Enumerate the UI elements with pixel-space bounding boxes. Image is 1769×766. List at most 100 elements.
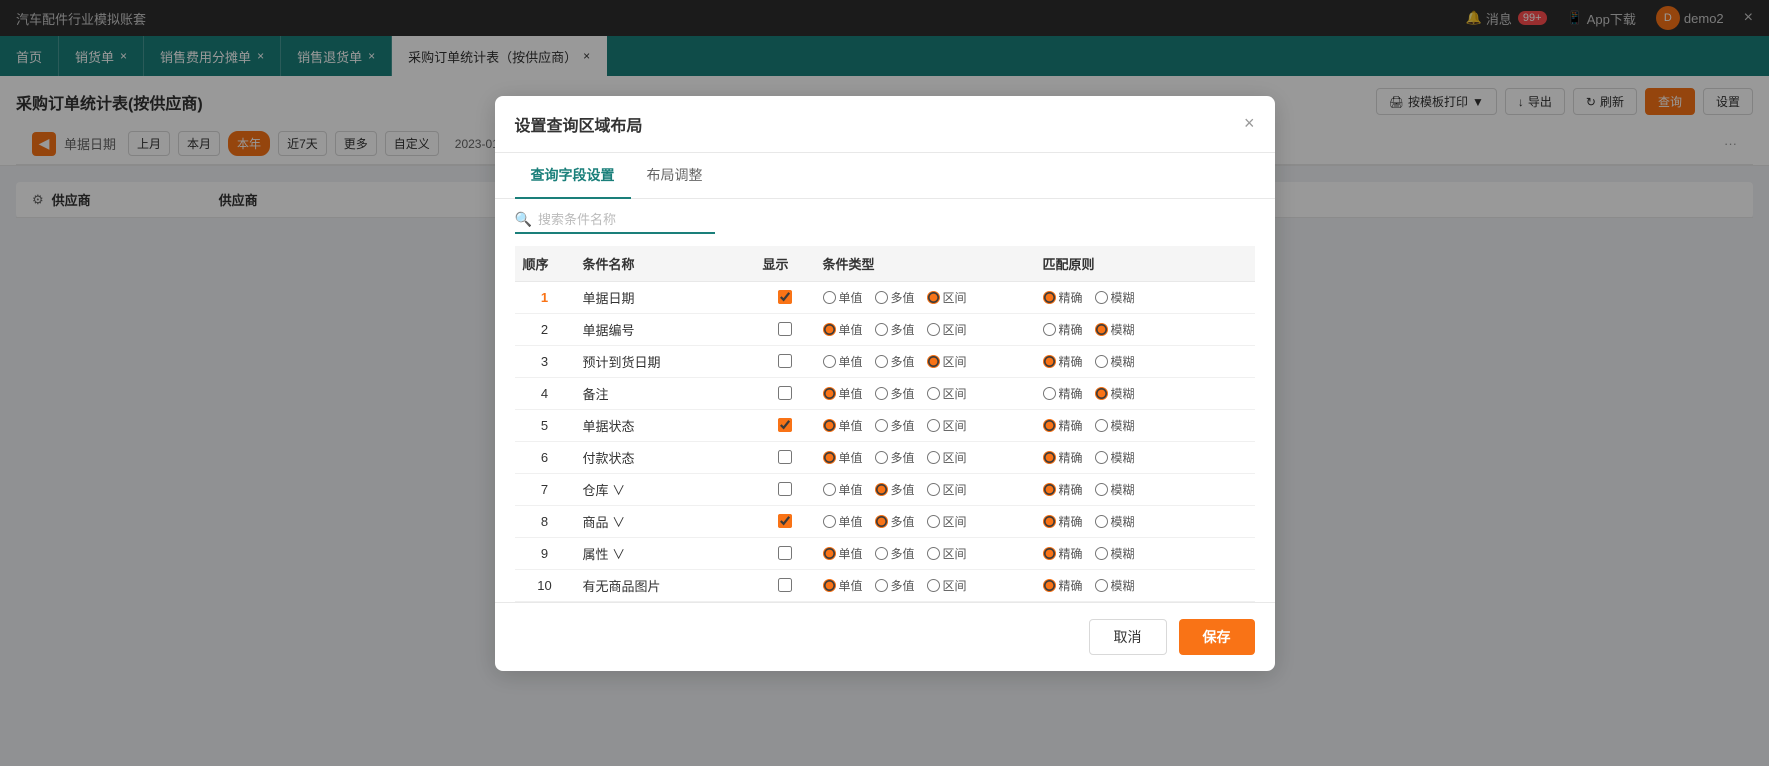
type-range-label[interactable]: 区间 bbox=[927, 577, 967, 594]
match-exact-radio[interactable] bbox=[1043, 291, 1056, 304]
type-single-radio[interactable] bbox=[823, 483, 836, 496]
row-display-checkbox[interactable] bbox=[755, 482, 815, 496]
match-exact-radio[interactable] bbox=[1043, 547, 1056, 560]
match-exact-label[interactable]: 精确 bbox=[1043, 481, 1083, 498]
match-exact-radio[interactable] bbox=[1043, 579, 1056, 592]
match-exact-label[interactable]: 精确 bbox=[1043, 577, 1083, 594]
type-multi-radio[interactable] bbox=[875, 387, 888, 400]
type-single-radio[interactable] bbox=[823, 451, 836, 464]
match-fuzzy-label[interactable]: 模糊 bbox=[1095, 321, 1135, 338]
type-range-label[interactable]: 区间 bbox=[927, 513, 967, 530]
row-display-checkbox[interactable] bbox=[755, 578, 815, 592]
modal-close-button[interactable]: × bbox=[1244, 113, 1255, 134]
match-fuzzy-radio[interactable] bbox=[1095, 483, 1108, 496]
type-single-label[interactable]: 单值 bbox=[823, 513, 863, 530]
type-single-label[interactable]: 单值 bbox=[823, 321, 863, 338]
type-range-label[interactable]: 区间 bbox=[927, 353, 967, 370]
row-display-checkbox[interactable] bbox=[755, 386, 815, 400]
match-fuzzy-label[interactable]: 模糊 bbox=[1095, 545, 1135, 562]
type-single-radio[interactable] bbox=[823, 579, 836, 592]
type-multi-radio[interactable] bbox=[875, 451, 888, 464]
type-range-radio[interactable] bbox=[927, 419, 940, 432]
match-exact-label[interactable]: 精确 bbox=[1043, 321, 1083, 338]
match-fuzzy-label[interactable]: 模糊 bbox=[1095, 385, 1135, 402]
display-checkbox-input[interactable] bbox=[778, 546, 792, 560]
type-range-radio[interactable] bbox=[927, 291, 940, 304]
display-checkbox-input[interactable] bbox=[778, 354, 792, 368]
type-single-radio[interactable] bbox=[823, 355, 836, 368]
type-range-label[interactable]: 区间 bbox=[927, 481, 967, 498]
type-multi-label[interactable]: 多值 bbox=[875, 289, 915, 306]
match-fuzzy-radio[interactable] bbox=[1095, 547, 1108, 560]
type-multi-radio[interactable] bbox=[875, 355, 888, 368]
match-exact-label[interactable]: 精确 bbox=[1043, 417, 1083, 434]
match-fuzzy-radio[interactable] bbox=[1095, 419, 1108, 432]
type-range-radio[interactable] bbox=[927, 451, 940, 464]
match-exact-radio[interactable] bbox=[1043, 451, 1056, 464]
modal-overlay[interactable]: 设置查询区域布局 × 查询字段设置 布局调整 🔍 顺序 条件名称 显示 bbox=[0, 0, 1769, 766]
search-input[interactable] bbox=[538, 212, 698, 227]
row-display-checkbox[interactable] bbox=[755, 546, 815, 560]
type-multi-label[interactable]: 多值 bbox=[875, 321, 915, 338]
type-multi-radio[interactable] bbox=[875, 579, 888, 592]
match-fuzzy-radio[interactable] bbox=[1095, 323, 1108, 336]
display-checkbox-input[interactable] bbox=[778, 450, 792, 464]
match-exact-label[interactable]: 精确 bbox=[1043, 289, 1083, 306]
row-display-checkbox[interactable] bbox=[755, 354, 815, 368]
match-fuzzy-radio[interactable] bbox=[1095, 579, 1108, 592]
type-multi-radio[interactable] bbox=[875, 547, 888, 560]
type-single-radio[interactable] bbox=[823, 291, 836, 304]
display-checkbox-input[interactable] bbox=[778, 578, 792, 592]
match-exact-label[interactable]: 精确 bbox=[1043, 353, 1083, 370]
match-exact-radio[interactable] bbox=[1043, 483, 1056, 496]
display-checkbox-input[interactable] bbox=[778, 482, 792, 496]
type-single-radio[interactable] bbox=[823, 515, 836, 528]
type-multi-label[interactable]: 多值 bbox=[875, 417, 915, 434]
type-range-label[interactable]: 区间 bbox=[927, 545, 967, 562]
type-single-label[interactable]: 单值 bbox=[823, 481, 863, 498]
row-display-checkbox[interactable] bbox=[755, 418, 815, 432]
type-range-label[interactable]: 区间 bbox=[927, 417, 967, 434]
row-display-checkbox[interactable] bbox=[755, 450, 815, 464]
display-checkbox-input[interactable] bbox=[778, 322, 792, 336]
type-multi-radio[interactable] bbox=[875, 291, 888, 304]
match-fuzzy-label[interactable]: 模糊 bbox=[1095, 513, 1135, 530]
type-range-label[interactable]: 区间 bbox=[927, 385, 967, 402]
type-range-label[interactable]: 区间 bbox=[927, 289, 967, 306]
display-checkbox-input[interactable] bbox=[778, 386, 792, 400]
type-range-label[interactable]: 区间 bbox=[927, 449, 967, 466]
type-single-radio[interactable] bbox=[823, 387, 836, 400]
type-single-radio[interactable] bbox=[823, 547, 836, 560]
match-exact-radio[interactable] bbox=[1043, 355, 1056, 368]
match-fuzzy-label[interactable]: 模糊 bbox=[1095, 289, 1135, 306]
type-range-label[interactable]: 区间 bbox=[927, 321, 967, 338]
match-exact-label[interactable]: 精确 bbox=[1043, 513, 1083, 530]
type-range-radio[interactable] bbox=[927, 355, 940, 368]
type-single-label[interactable]: 单值 bbox=[823, 385, 863, 402]
type-multi-radio[interactable] bbox=[875, 483, 888, 496]
row-display-checkbox[interactable] bbox=[755, 322, 815, 336]
match-fuzzy-label[interactable]: 模糊 bbox=[1095, 449, 1135, 466]
display-checkbox-input[interactable] bbox=[778, 290, 792, 304]
type-multi-radio[interactable] bbox=[875, 323, 888, 336]
type-single-label[interactable]: 单值 bbox=[823, 545, 863, 562]
type-multi-label[interactable]: 多值 bbox=[875, 577, 915, 594]
match-fuzzy-label[interactable]: 模糊 bbox=[1095, 481, 1135, 498]
cancel-button[interactable]: 取消 bbox=[1089, 619, 1167, 655]
match-fuzzy-label[interactable]: 模糊 bbox=[1095, 417, 1135, 434]
match-exact-radio[interactable] bbox=[1043, 419, 1056, 432]
type-multi-radio[interactable] bbox=[875, 419, 888, 432]
type-range-radio[interactable] bbox=[927, 579, 940, 592]
match-fuzzy-radio[interactable] bbox=[1095, 291, 1108, 304]
type-single-radio[interactable] bbox=[823, 323, 836, 336]
save-button[interactable]: 保存 bbox=[1179, 619, 1255, 655]
type-range-radio[interactable] bbox=[927, 547, 940, 560]
type-single-radio[interactable] bbox=[823, 419, 836, 432]
match-exact-label[interactable]: 精确 bbox=[1043, 385, 1083, 402]
display-checkbox-input[interactable] bbox=[778, 418, 792, 432]
display-checkbox-input[interactable] bbox=[778, 514, 792, 528]
match-exact-radio[interactable] bbox=[1043, 387, 1056, 400]
type-range-radio[interactable] bbox=[927, 387, 940, 400]
match-exact-label[interactable]: 精确 bbox=[1043, 545, 1083, 562]
match-exact-label[interactable]: 精确 bbox=[1043, 449, 1083, 466]
